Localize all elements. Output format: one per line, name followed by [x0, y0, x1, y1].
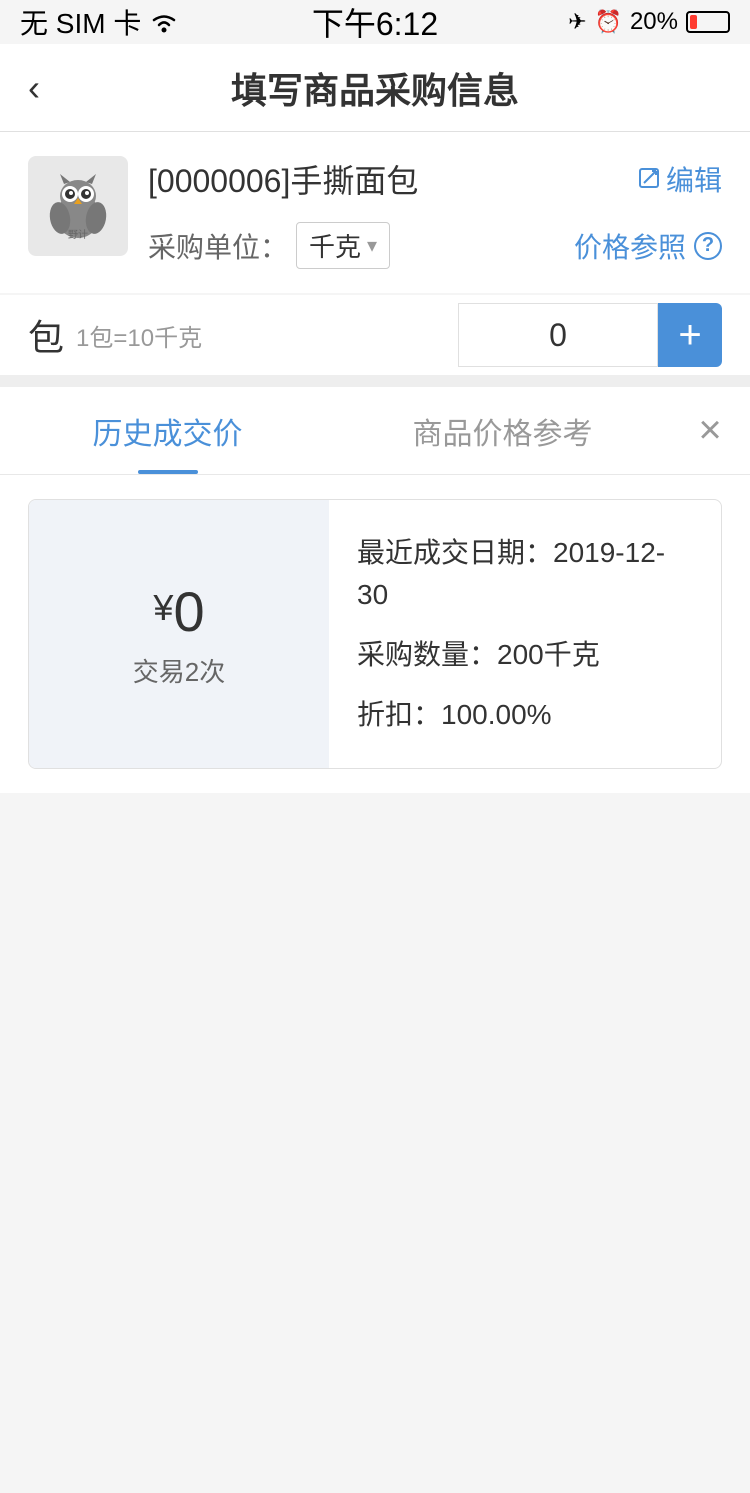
price-discount-row: 折扣：100.00% [357, 694, 693, 736]
status-bar: 无 SIM 卡 下午6:12 ✈ ⏰ 20% [0, 0, 750, 44]
status-time: 下午6:12 [312, 0, 438, 45]
tab-active-indicator [138, 470, 198, 474]
nav-bar: ‹ 填写商品采购信息 [0, 44, 750, 132]
tab-section: 历史成交价 商品价格参考 × ¥0 交易2次 最近成交日期：2019-12-30… [0, 387, 750, 793]
product-card: 野计 [0000006]手撕面包 编辑 采购单位： [0, 132, 750, 293]
carrier-text: 无 SIM 卡 [20, 2, 141, 42]
price-card-left: ¥0 交易2次 [29, 500, 329, 768]
background-fill [0, 793, 750, 1493]
owl-logo-icon: 野计 [38, 166, 118, 246]
price-card: ¥0 交易2次 最近成交日期：2019-12-30 采购数量：200千克 折扣：… [28, 499, 722, 769]
page-title: 填写商品采购信息 [231, 62, 519, 114]
tab-history-price[interactable]: 历史成交价 [0, 387, 335, 474]
section-divider [0, 375, 750, 387]
qty-plus-button[interactable]: + [658, 303, 722, 367]
quantity-section: 包 1包=10千克 0 + [0, 295, 750, 375]
price-ref-button[interactable]: 价格参照 ? [574, 226, 722, 266]
qty-sub-label: 1包=10千克 [76, 318, 202, 353]
product-info: [0000006]手撕面包 编辑 采购单位： 千克 ▾ [148, 156, 722, 269]
tab-history-label: 历史成交价 [93, 409, 243, 453]
price-amount: ¥0 [153, 579, 204, 644]
tab-product-price-ref[interactable]: 商品价格参考 [335, 387, 670, 474]
qty-unit: 包 [28, 309, 64, 361]
price-card-right: 最近成交日期：2019-12-30 采购数量：200千克 折扣：100.00% [329, 500, 721, 768]
svg-text:野计: 野计 [68, 228, 88, 241]
currency-symbol: ¥ [153, 587, 173, 628]
status-left: 无 SIM 卡 [20, 2, 179, 42]
product-image: 野计 [28, 156, 128, 256]
qty-controls: 0 + [458, 303, 722, 367]
tab-price-ref-label: 商品价格参考 [413, 409, 593, 453]
dropdown-arrow-icon: ▾ [367, 233, 377, 258]
alarm-icon: ⏰ [595, 9, 622, 35]
status-right: ✈ ⏰ 20% [568, 8, 730, 36]
unit-label: 采购单位： [148, 226, 288, 266]
battery-indicator [686, 11, 730, 33]
unit-select[interactable]: 千克 ▾ [296, 222, 390, 269]
price-cards-area: ¥0 交易2次 最近成交日期：2019-12-30 采购数量：200千克 折扣：… [0, 475, 750, 793]
quantity-label: 包 1包=10千克 [28, 309, 202, 361]
tab-close-button[interactable]: × [670, 408, 750, 453]
tab-bar: 历史成交价 商品价格参考 × [0, 387, 750, 475]
location-icon: ✈ [568, 9, 586, 35]
price-date-row: 最近成交日期：2019-12-30 [357, 532, 693, 616]
help-icon: ? [694, 232, 722, 260]
price-qty-row: 采购数量：200千克 [357, 634, 693, 676]
wifi-icon [149, 11, 179, 33]
battery-pct: 20% [630, 8, 678, 36]
qty-input[interactable]: 0 [458, 303, 658, 367]
edit-icon [638, 167, 662, 191]
back-button[interactable]: ‹ [28, 67, 40, 109]
price-trades: 交易2次 [133, 652, 225, 689]
product-full-name: [0000006]手撕面包 [148, 156, 418, 202]
edit-button[interactable]: 编辑 [638, 159, 722, 199]
